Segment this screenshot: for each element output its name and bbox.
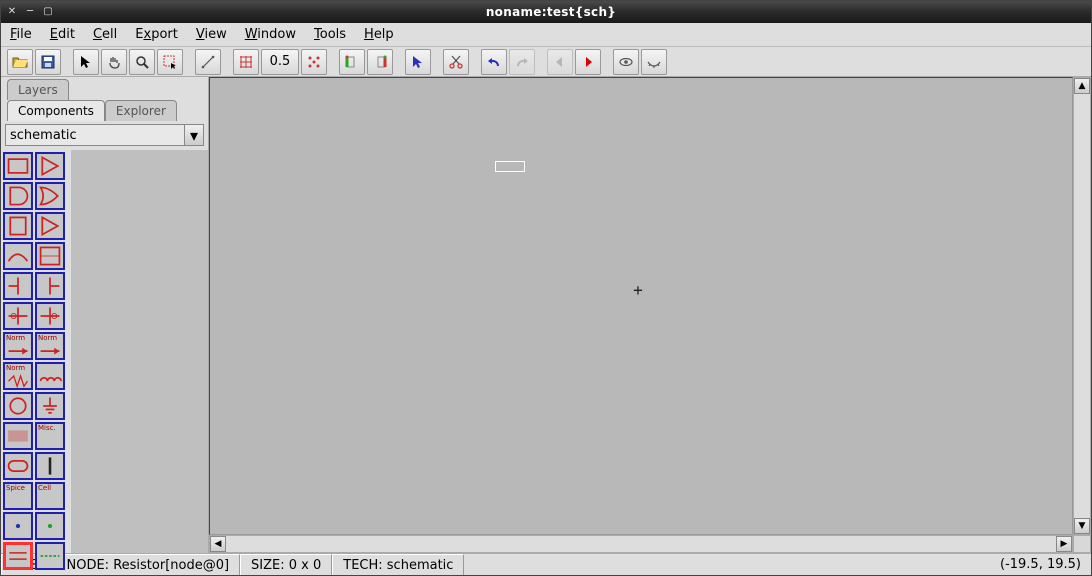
- component-label[interactable]: [3, 422, 33, 450]
- component-box[interactable]: [3, 212, 33, 240]
- component-roundrect[interactable]: [3, 452, 33, 480]
- scroll-up-icon[interactable]: ▲: [1074, 78, 1090, 94]
- component-node-c[interactable]: Norm: [3, 362, 33, 390]
- select-area-button[interactable]: [157, 49, 183, 75]
- component-or[interactable]: [35, 182, 65, 210]
- tab-layers[interactable]: Layers: [7, 79, 69, 100]
- minimize-icon[interactable]: ─: [23, 5, 37, 19]
- eye-open-button[interactable]: [613, 49, 639, 75]
- component-dash[interactable]: [35, 542, 65, 570]
- component-cell[interactable]: Cell: [35, 482, 65, 510]
- component-node-a[interactable]: Norm: [3, 332, 33, 360]
- maximize-icon[interactable]: ▢: [41, 5, 55, 19]
- component-inductor[interactable]: [35, 362, 65, 390]
- palette-fill: [71, 150, 208, 572]
- component-lib-dropdown[interactable]: ▾: [5, 124, 204, 146]
- selection-rect: [495, 161, 525, 172]
- pan-button[interactable]: [101, 49, 127, 75]
- schematic-canvas[interactable]: +: [209, 77, 1073, 535]
- status-tech: TECH: schematic: [332, 554, 464, 575]
- anchor-left-button[interactable]: [339, 49, 365, 75]
- component-bar[interactable]: [35, 452, 65, 480]
- titlebar: ✕ ─ ▢ noname:test{sch}: [1, 1, 1091, 23]
- scroll-right-icon[interactable]: ▶: [1056, 536, 1072, 552]
- component-cross-l[interactable]: [3, 302, 33, 330]
- menubar: File Edit Cell Export View Window Tools …: [1, 23, 1091, 47]
- status-size: SIZE: 0 x 0: [240, 554, 332, 575]
- left-panel: Layers Components Explorer ▾ NormNormNor…: [1, 77, 209, 553]
- component-t-right[interactable]: [35, 272, 65, 300]
- menu-export[interactable]: Export: [132, 25, 181, 44]
- grid-value[interactable]: 0.5: [261, 49, 299, 75]
- tab-explorer[interactable]: Explorer: [105, 100, 177, 121]
- component-dot2[interactable]: [35, 512, 65, 540]
- component-spice[interactable]: Spice: [3, 482, 33, 510]
- menu-view[interactable]: View: [193, 25, 230, 44]
- statusbar: CREATE NODE: Resistor[node@0] SIZE: 0 x …: [1, 553, 1091, 575]
- chevron-down-icon[interactable]: ▾: [184, 124, 204, 146]
- save-button[interactable]: [35, 49, 61, 75]
- component-lib-field[interactable]: [5, 124, 184, 146]
- vertical-scrollbar[interactable]: ▲ ▼: [1073, 77, 1091, 535]
- forward-button[interactable]: [575, 49, 601, 75]
- menu-help[interactable]: Help: [361, 25, 397, 44]
- menu-cell[interactable]: Cell: [90, 25, 120, 44]
- cut-button[interactable]: [443, 49, 469, 75]
- snap-button[interactable]: [301, 49, 327, 75]
- measure-button[interactable]: [195, 49, 221, 75]
- back-button: [547, 49, 573, 75]
- component-block[interactable]: [35, 242, 65, 270]
- zoom-button[interactable]: [129, 49, 155, 75]
- component-node-b[interactable]: Norm: [35, 332, 65, 360]
- component-triangle[interactable]: [35, 212, 65, 240]
- component-circle[interactable]: [3, 392, 33, 420]
- anchor-right-button[interactable]: [367, 49, 393, 75]
- pointer-button[interactable]: [73, 49, 99, 75]
- app-window: ✕ ─ ▢ noname:test{sch} File Edit Cell Ex…: [0, 0, 1092, 576]
- component-palette: NormNormNorm Misc. SpiceCell: [1, 150, 71, 572]
- component-dot1[interactable]: [3, 512, 33, 540]
- window-title: noname:test{sch}: [55, 5, 1047, 19]
- tab-components[interactable]: Components: [7, 100, 105, 121]
- crosshair-cursor: +: [633, 281, 643, 300]
- scroll-track-h[interactable]: [226, 536, 1056, 552]
- eye-closed-button[interactable]: [641, 49, 667, 75]
- undo-button[interactable]: [481, 49, 507, 75]
- component-cross-r[interactable]: [35, 302, 65, 330]
- redo-button: [509, 49, 535, 75]
- component-misc[interactable]: Misc.: [35, 422, 65, 450]
- component-wire-arc[interactable]: [3, 242, 33, 270]
- main-area: Layers Components Explorer ▾ NormNormNor…: [1, 77, 1091, 553]
- menu-tools[interactable]: Tools: [311, 25, 349, 44]
- component-resistor[interactable]: [3, 152, 33, 180]
- menu-window[interactable]: Window: [242, 25, 299, 44]
- canvas-area: + ▲ ▼ ◀ ▶: [209, 77, 1091, 553]
- horizontal-scrollbar[interactable]: ◀ ▶: [209, 535, 1073, 553]
- component-and[interactable]: [3, 182, 33, 210]
- scroll-down-icon[interactable]: ▼: [1074, 518, 1090, 534]
- component-hstripe[interactable]: [3, 542, 33, 570]
- component-ground[interactable]: [35, 392, 65, 420]
- toolbar: 0.5: [1, 47, 1091, 77]
- component-t-left[interactable]: [3, 272, 33, 300]
- scroll-left-icon[interactable]: ◀: [210, 536, 226, 552]
- status-coords: (-19.5, 19.5): [990, 557, 1091, 572]
- menu-file[interactable]: File: [7, 25, 35, 44]
- arrow-tool-button[interactable]: [405, 49, 431, 75]
- component-buffer[interactable]: [35, 152, 65, 180]
- scroll-track-v[interactable]: [1074, 94, 1090, 518]
- open-button[interactable]: [7, 49, 33, 75]
- close-icon[interactable]: ✕: [5, 5, 19, 19]
- scroll-corner: [1073, 535, 1091, 553]
- grid-toggle-button[interactable]: [233, 49, 259, 75]
- menu-edit[interactable]: Edit: [47, 25, 78, 44]
